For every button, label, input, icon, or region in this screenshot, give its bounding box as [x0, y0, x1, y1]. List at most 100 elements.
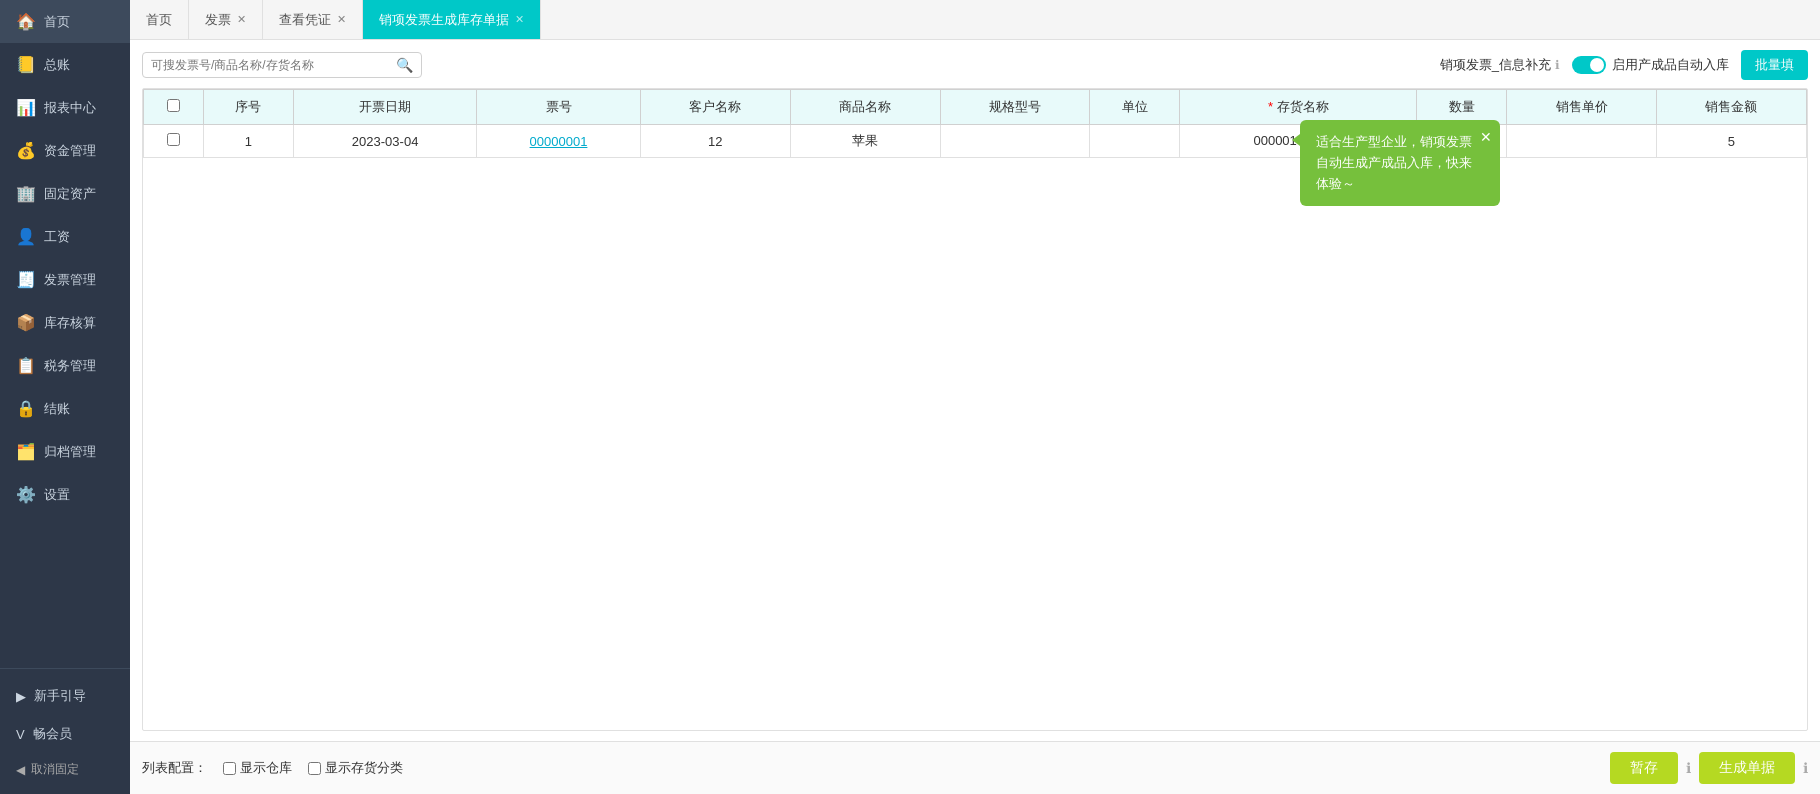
sidebar-item-fund-management[interactable]: 💰 资金管理 — [0, 129, 130, 172]
tab-close-cancel-invoice-tab[interactable]: ✕ — [515, 13, 524, 26]
col-header-unit-price: 销售单价 — [1507, 90, 1657, 125]
tab-cancel-invoice-tab[interactable]: 销项发票生成库存单据 ✕ — [363, 0, 541, 39]
select-all-checkbox[interactable] — [167, 99, 180, 112]
search-icon[interactable]: 🔍 — [396, 57, 413, 73]
sidebar-label-home: 首页 — [44, 13, 70, 31]
tooltip-popup: ✕ 适合生产型企业，销项发票自动生成产成品入库，快来体验～ — [1300, 120, 1500, 206]
sidebar-icon-settings: ⚙️ — [16, 485, 36, 504]
cell-date-0[interactable]: 2023-03-04 — [293, 125, 476, 158]
col-header-unit: 单位 — [1090, 90, 1180, 125]
sidebar-item-archive-management[interactable]: 🗂️归档管理 — [0, 430, 130, 473]
sidebar-label-settings: 设置 — [44, 486, 70, 504]
row-checkbox-0[interactable] — [167, 133, 180, 146]
sidebar-item-fixed-assets[interactable]: 🏢 固定资产 — [0, 172, 130, 215]
tab-close-view-voucher-tab[interactable]: ✕ — [337, 13, 346, 26]
col-header-date: 开票日期 — [293, 90, 476, 125]
unpin-icon: ◀ — [16, 763, 25, 777]
generate-help-icon[interactable]: ℹ — [1803, 760, 1808, 776]
col-header-product-name: 商品名称 — [790, 90, 940, 125]
search-input[interactable] — [151, 58, 396, 72]
sidebar-bottom-item-new-guide[interactable]: ▶ 新手引导 — [0, 677, 130, 715]
content-area: 🔍 销项发票_信息补充 ℹ 启用产成品自动入库 批量填 序号开票日期票号客户名称… — [130, 40, 1820, 741]
unpin-label: 取消固定 — [31, 761, 79, 778]
sidebar-bottom-item-vip-member[interactable]: V 畅会员 — [0, 715, 130, 753]
cell-seq-0: 1 — [203, 125, 293, 158]
sidebar-bottom-icon-vip-member: V — [16, 727, 25, 742]
show-inventory-category-label: 显示存货分类 — [325, 759, 403, 777]
search-box: 🔍 — [142, 52, 422, 78]
sidebar-icon-fund-management: 💰 — [16, 141, 36, 160]
sidebar-icon-payroll: 👤 — [16, 227, 36, 246]
sidebar-item-invoice-management[interactable]: 🧾发票管理 — [0, 258, 130, 301]
toolbar-right: 销项发票_信息补充 ℹ 启用产成品自动入库 批量填 — [1440, 50, 1808, 80]
data-table: 序号开票日期票号客户名称商品名称规格型号单位存货名称数量销售单价销售金额 120… — [143, 89, 1807, 158]
cell-unit-0 — [1090, 125, 1180, 158]
sidebar-bottom-label-new-guide: 新手引导 — [34, 687, 86, 705]
sidebar-icon-closing: 🔒 — [16, 399, 36, 418]
list-config-label: 列表配置： — [142, 759, 207, 777]
sidebar-bottom-label-vip-member: 畅会员 — [33, 725, 72, 743]
toggle-label: 启用产成品自动入库 — [1612, 56, 1729, 74]
sidebar-bottom: ▶ 新手引导 V 畅会员 ◀ 取消固定 — [0, 668, 130, 794]
show-warehouse-wrap[interactable]: 显示仓库 — [223, 759, 292, 777]
sidebar-label-fund-management: 资金管理 — [44, 142, 96, 160]
tab-invoice-tab[interactable]: 发票✕ — [189, 0, 263, 39]
show-inventory-category-checkbox[interactable] — [308, 762, 321, 775]
sidebar-label-fixed-assets: 固定资产 — [44, 185, 96, 203]
ticket-link-0[interactable]: 00000001 — [530, 134, 588, 149]
generate-button[interactable]: 生成单据 — [1699, 752, 1795, 784]
save-help-icon[interactable]: ℹ — [1686, 760, 1691, 776]
cell-spec-0 — [940, 125, 1090, 158]
sidebar-unpin-button[interactable]: ◀ 取消固定 — [0, 753, 130, 786]
tab-label-home-tab: 首页 — [146, 11, 172, 29]
save-button[interactable]: 暂存 — [1610, 752, 1678, 784]
col-header-seq: 序号 — [203, 90, 293, 125]
sidebar-icon-general-ledger: 📒 — [16, 55, 36, 74]
show-inventory-category-wrap[interactable]: 显示存货分类 — [308, 759, 403, 777]
sidebar-icon-fixed-assets: 🏢 — [16, 184, 36, 203]
tab-close-invoice-tab[interactable]: ✕ — [237, 13, 246, 26]
col-header-customer: 客户名称 — [640, 90, 790, 125]
sidebar-icon-tax-management: 📋 — [16, 356, 36, 375]
sidebar-icon-inventory: 📦 — [16, 313, 36, 332]
batch-fill-button[interactable]: 批量填 — [1741, 50, 1808, 80]
cell-customer-0: 12 — [640, 125, 790, 158]
sidebar-label-tax-management: 税务管理 — [44, 357, 96, 375]
sidebar-item-settings[interactable]: ⚙️ 设置 — [0, 473, 130, 516]
tab-label-view-voucher-tab: 查看凭证 — [279, 11, 331, 29]
tooltip-text: 适合生产型企业，销项发票自动生成产成品入库，快来体验～ — [1316, 134, 1472, 191]
col-header-spec: 规格型号 — [940, 90, 1090, 125]
cell-checkbox-0[interactable] — [144, 125, 204, 158]
sidebar: 🏠首页📒总账 📊 报表中心 💰 资金管理 🏢 固定资产 👤工资🧾发票管理 📦 库存核算 📋 税务管理 🔒… — [0, 0, 130, 794]
tab-home-tab[interactable]: 首页 — [130, 0, 189, 39]
sidebar-icon-archive-management: 🗂️ — [16, 442, 36, 461]
sidebar-label-report-center: 报表中心 — [44, 99, 96, 117]
cell-ticket-no-0[interactable]: 00000001 — [477, 125, 640, 158]
sidebar-item-home[interactable]: 🏠首页 — [0, 0, 130, 43]
sidebar-item-general-ledger[interactable]: 📒总账 — [0, 43, 130, 86]
show-warehouse-checkbox[interactable] — [223, 762, 236, 775]
sidebar-label-closing: 结账 — [44, 400, 70, 418]
col-header-checkbox[interactable] — [144, 90, 204, 125]
info-label: 销项发票_信息补充 ℹ — [1440, 56, 1560, 74]
sidebar-item-tax-management[interactable]: 📋 税务管理 — [0, 344, 130, 387]
tab-view-voucher-tab[interactable]: 查看凭证 ✕ — [263, 0, 363, 39]
sidebar-bottom-icon-new-guide: ▶ — [16, 689, 26, 704]
tab-label-cancel-invoice-tab: 销项发票生成库存单据 — [379, 11, 509, 29]
toolbar-top: 🔍 销项发票_信息补充 ℹ 启用产成品自动入库 批量填 — [142, 50, 1808, 80]
sidebar-item-report-center[interactable]: 📊 报表中心 — [0, 86, 130, 129]
sidebar-item-inventory[interactable]: 📦 库存核算 — [0, 301, 130, 344]
sidebar-icon-report-center: 📊 — [16, 98, 36, 117]
main-content: 首页发票✕ 查看凭证 ✕ 销项发票生成库存单据 ✕ 🔍 销项发票_信息补充 ℹ 启用产成… — [130, 0, 1820, 794]
cell-unit-price-0 — [1507, 125, 1657, 158]
sidebar-label-inventory: 库存核算 — [44, 314, 96, 332]
auto-warehouse-toggle[interactable] — [1572, 56, 1606, 74]
tab-bar: 首页发票✕ 查看凭证 ✕ 销项发票生成库存单据 ✕ — [130, 0, 1820, 40]
toggle-wrap: 启用产成品自动入库 — [1572, 56, 1729, 74]
info-icon[interactable]: ℹ — [1555, 58, 1560, 72]
tooltip-close-icon[interactable]: ✕ — [1480, 126, 1492, 148]
sidebar-item-payroll[interactable]: 👤工资 — [0, 215, 130, 258]
sidebar-icon-invoice-management: 🧾 — [16, 270, 36, 289]
sidebar-item-closing[interactable]: 🔒 结账 — [0, 387, 130, 430]
bottom-bar: 列表配置： 显示仓库 显示存货分类 暂存 ℹ 生成单据 ℹ — [130, 741, 1820, 794]
